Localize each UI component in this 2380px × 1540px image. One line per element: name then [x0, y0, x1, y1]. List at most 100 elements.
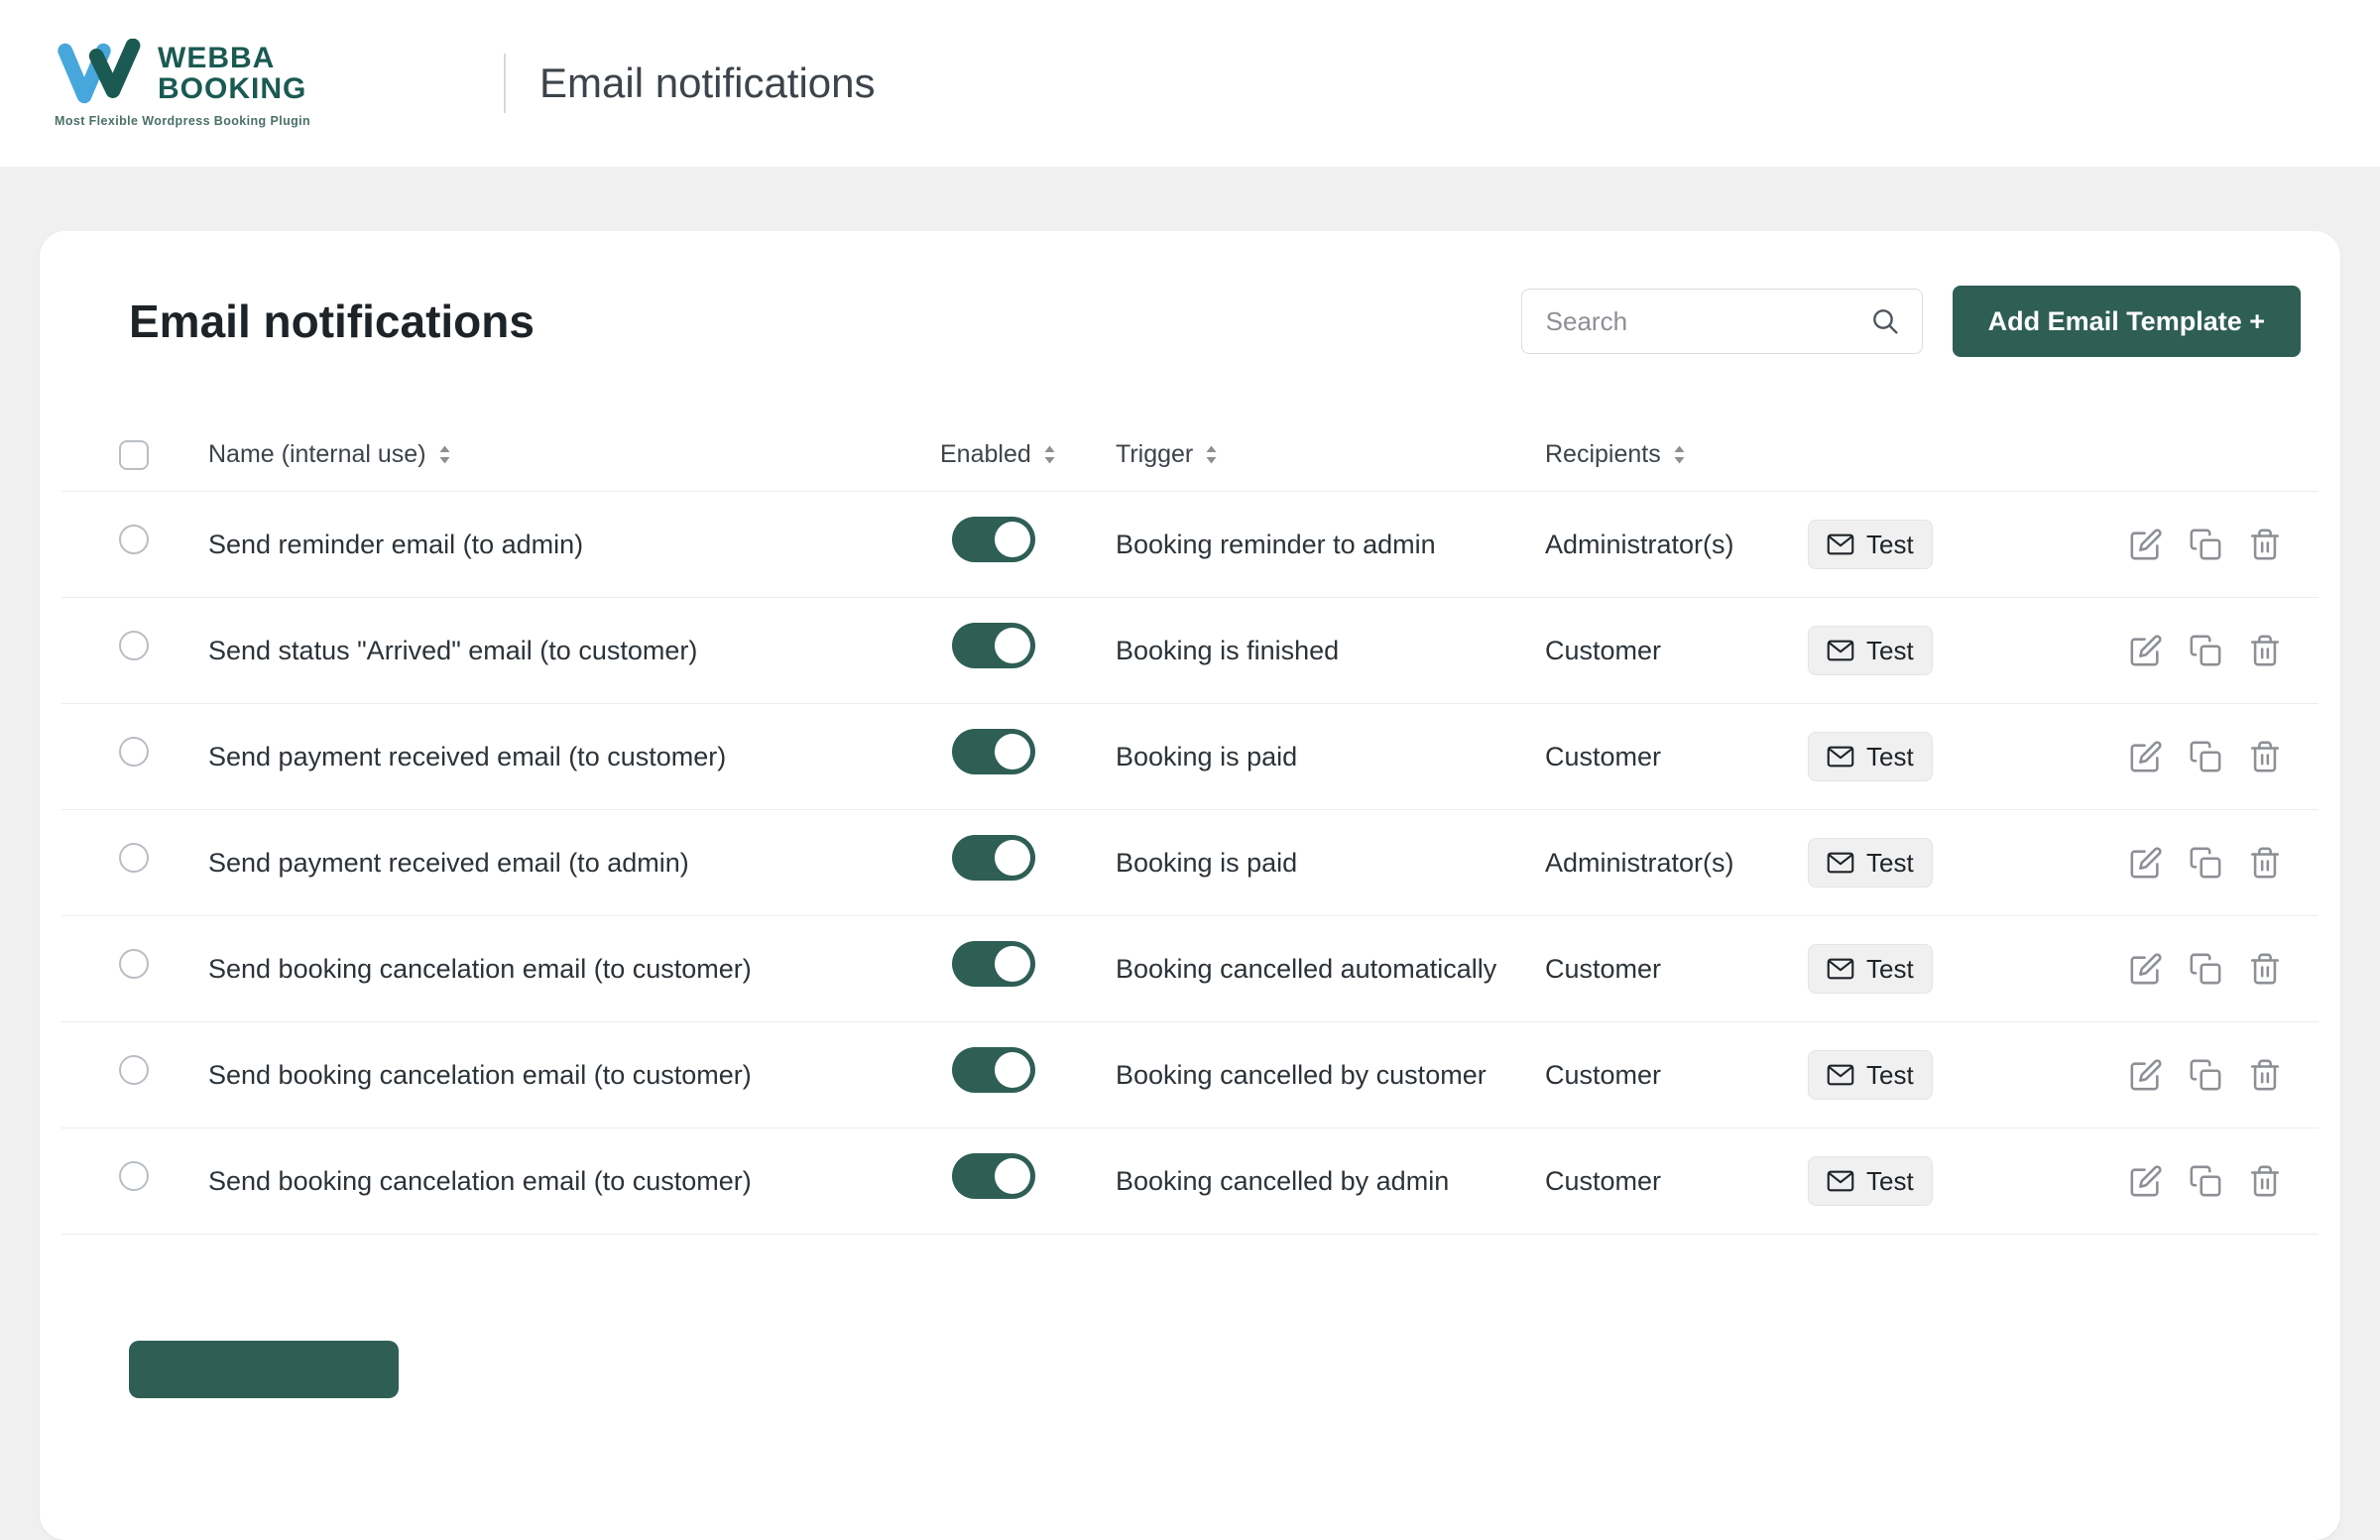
row-checkbox[interactable] [119, 1161, 149, 1191]
delete-button[interactable] [2248, 845, 2284, 881]
test-button-label: Test [1866, 1060, 1914, 1091]
enabled-toggle[interactable] [952, 1153, 1035, 1199]
delete-button[interactable] [2248, 527, 2284, 562]
delete-icon [2248, 1058, 2282, 1092]
column-header-recipients-label: Recipients [1545, 440, 1661, 469]
test-button-label: Test [1866, 742, 1914, 772]
test-button-label: Test [1866, 1166, 1914, 1197]
row-trigger: Booking is paid [1086, 704, 1497, 809]
column-header-trigger[interactable]: Trigger [1086, 440, 1512, 469]
row-name: Send booking cancelation email (to custo… [208, 1162, 912, 1200]
table-row: Send payment received email (to admin) B… [61, 810, 2319, 916]
brand-tagline: Most Flexible Wordpress Booking Plugin [55, 114, 310, 128]
panel-title: Email notifications [129, 295, 535, 348]
duplicate-button[interactable] [2189, 527, 2224, 562]
edit-button[interactable] [2129, 739, 2165, 774]
search-box [1521, 289, 1923, 354]
test-button[interactable]: Test [1808, 732, 1933, 781]
partial-bottom-button[interactable] [129, 1341, 399, 1398]
enabled-toggle[interactable] [952, 1047, 1035, 1093]
delete-button[interactable] [2248, 1163, 2284, 1199]
duplicate-button[interactable] [2189, 739, 2224, 774]
edit-button[interactable] [2129, 633, 2165, 668]
column-header-name-label: Name (internal use) [208, 440, 426, 469]
row-recipients: Customer [1512, 1056, 1770, 1094]
email-templates-table: Name (internal use) Enabled Trigger Reci… [61, 418, 2319, 1235]
duplicate-button[interactable] [2189, 951, 2224, 987]
add-email-template-button[interactable]: Add Email Template + [1953, 286, 2301, 357]
top-bar: WEBBA BOOKING Most Flexible Wordpress Bo… [0, 0, 2380, 167]
delete-button[interactable] [2248, 951, 2284, 987]
page-title: Email notifications [539, 59, 875, 107]
row-checkbox[interactable] [119, 843, 149, 873]
edit-button[interactable] [2129, 1057, 2165, 1093]
edit-button[interactable] [2129, 1163, 2165, 1199]
table-row: Send booking cancelation email (to custo… [61, 1022, 2319, 1128]
row-recipients: Administrator(s) [1512, 844, 1770, 882]
test-button[interactable]: Test [1808, 520, 1933, 569]
test-button[interactable]: Test [1808, 1156, 1933, 1206]
panel-header: Email notifications Add Email Template + [40, 231, 2340, 357]
edit-button[interactable] [2129, 951, 2165, 987]
delete-button[interactable] [2248, 633, 2284, 668]
select-all-checkbox[interactable] [119, 440, 149, 470]
row-trigger: Booking is finished [1086, 598, 1497, 703]
test-button[interactable]: Test [1808, 944, 1933, 994]
duplicate-button[interactable] [2189, 1057, 2224, 1093]
duplicate-icon [2189, 846, 2222, 880]
edit-button[interactable] [2129, 845, 2165, 881]
column-header-recipients[interactable]: Recipients [1512, 440, 1770, 469]
table-row: Send booking cancelation email (to custo… [61, 916, 2319, 1022]
enabled-toggle[interactable] [952, 941, 1035, 987]
edit-button[interactable] [2129, 527, 2165, 562]
row-checkbox[interactable] [119, 525, 149, 554]
column-header-name[interactable]: Name (internal use) [208, 440, 912, 469]
enabled-toggle[interactable] [952, 517, 1035, 562]
row-checkbox[interactable] [119, 949, 149, 979]
sort-icon [1203, 444, 1220, 465]
row-recipients: Customer [1512, 950, 1770, 988]
sort-icon [1671, 444, 1688, 465]
topbar-divider [504, 54, 506, 113]
logo-w-icon [55, 39, 142, 108]
row-checkbox[interactable] [119, 1055, 149, 1085]
table-header-row: Name (internal use) Enabled Trigger Reci… [61, 418, 2319, 492]
test-button[interactable]: Test [1808, 1050, 1933, 1100]
row-trigger: Booking reminder to admin [1086, 492, 1497, 597]
table-row: Send reminder email (to admin) Booking r… [61, 492, 2319, 598]
delete-icon [2248, 528, 2282, 561]
column-header-enabled[interactable]: Enabled [912, 440, 1086, 469]
search-input[interactable] [1521, 289, 1923, 354]
row-name: Send status "Arrived" email (to customer… [208, 632, 912, 669]
email-icon [1827, 745, 1854, 769]
test-button[interactable]: Test [1808, 838, 1933, 888]
sort-icon [436, 444, 453, 465]
delete-icon [2248, 846, 2282, 880]
test-button-label: Test [1866, 530, 1914, 560]
delete-button[interactable] [2248, 1057, 2284, 1093]
table-body: Send reminder email (to admin) Booking r… [61, 492, 2319, 1235]
duplicate-button[interactable] [2189, 845, 2224, 881]
brand-line1: WEBBA [158, 43, 306, 73]
duplicate-button[interactable] [2189, 633, 2224, 668]
row-trigger: Booking cancelled by admin [1086, 1128, 1497, 1234]
delete-icon [2248, 952, 2282, 986]
edit-icon [2129, 846, 2163, 880]
row-name: Send payment received email (to admin) [208, 844, 912, 882]
enabled-toggle[interactable] [952, 623, 1035, 668]
email-icon [1827, 851, 1854, 875]
test-button-label: Test [1866, 636, 1914, 666]
duplicate-button[interactable] [2189, 1163, 2224, 1199]
enabled-toggle[interactable] [952, 835, 1035, 881]
delete-button[interactable] [2248, 739, 2284, 774]
test-button-label: Test [1866, 954, 1914, 985]
delete-icon [2248, 634, 2282, 667]
test-button[interactable]: Test [1808, 626, 1933, 675]
column-header-trigger-label: Trigger [1116, 440, 1193, 469]
duplicate-icon [2189, 1164, 2222, 1198]
edit-icon [2129, 528, 2163, 561]
row-checkbox[interactable] [119, 737, 149, 767]
row-checkbox[interactable] [119, 631, 149, 660]
enabled-toggle[interactable] [952, 729, 1035, 774]
duplicate-icon [2189, 952, 2222, 986]
